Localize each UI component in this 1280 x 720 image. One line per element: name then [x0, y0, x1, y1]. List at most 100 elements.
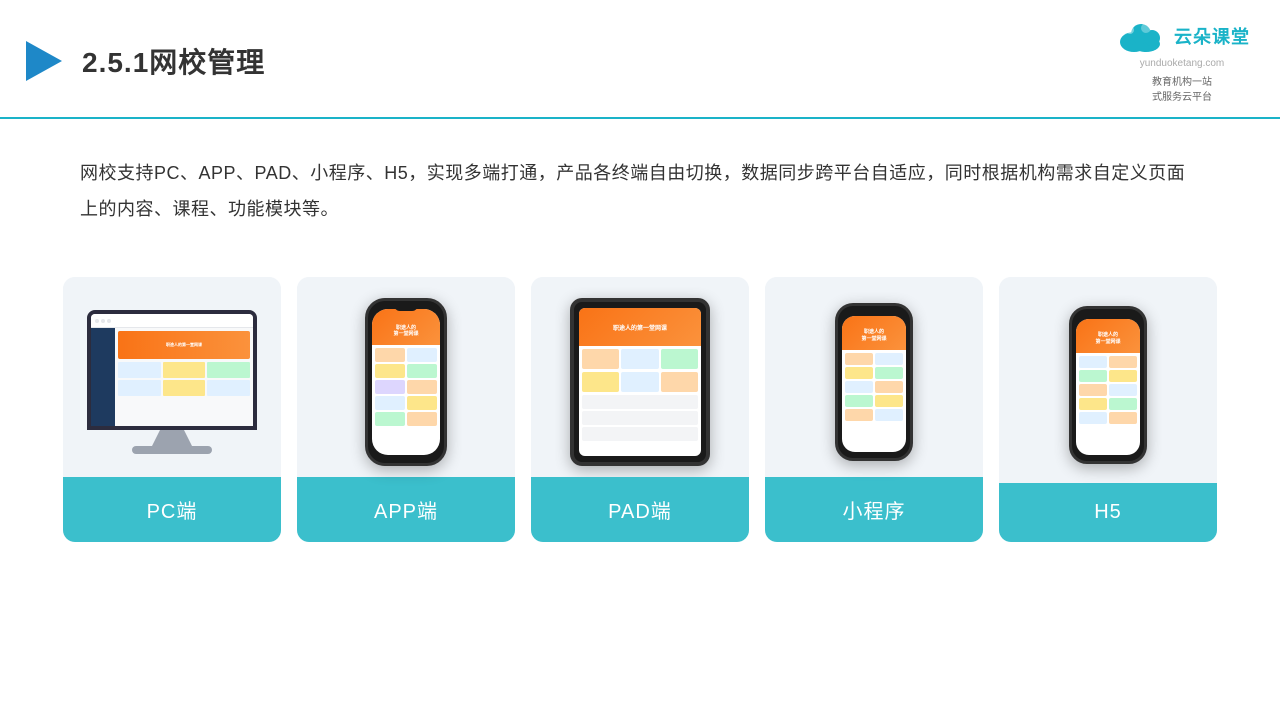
phone-row-2 [375, 364, 437, 378]
tablet-grid-1 [582, 349, 698, 369]
tablet-body [579, 346, 701, 446]
tab-card-6 [661, 372, 698, 392]
tablet-top: 职途人的第一堂网课 [579, 308, 701, 346]
monitor-base [132, 446, 212, 454]
tablet-wide-3 [582, 427, 698, 441]
h5-banner: 职途人的第一堂网课 [1095, 332, 1120, 346]
phone-card-4 [407, 364, 437, 378]
h5-row-4 [1079, 398, 1137, 410]
tablet-wide-2 [582, 411, 698, 425]
logo-text: 云朵课堂 [1174, 23, 1250, 49]
h5-notch [1098, 313, 1118, 318]
pc-image-area: 职途人的第一堂网课 [63, 277, 281, 477]
phone-row-1 [375, 348, 437, 362]
phone-card-6 [407, 380, 437, 394]
mp-card-8 [875, 395, 903, 407]
mp-row-2 [845, 367, 903, 379]
cards-area: 职途人的第一堂网课 [0, 257, 1280, 542]
logo-area: 云朵课堂 yunduoketang.com 教育机构一站 式服务云平台 [1114, 18, 1250, 103]
screen-banner-text: 职途人的第一堂网课 [166, 342, 202, 348]
phone-row-5 [375, 412, 437, 426]
tab-card-2 [621, 349, 658, 369]
h5-card-10 [1109, 412, 1137, 424]
description-content: 网校支持PC、APP、PAD、小程序、H5，实现多端打通，产品各终端自由切换，数… [80, 163, 1185, 219]
miniprogram-label: 小程序 [765, 477, 983, 542]
screen-dot-2 [101, 319, 105, 323]
phone-card-2 [407, 348, 437, 362]
h5-card-1 [1079, 356, 1107, 368]
logo-tagline: 教育机构一站 式服务云平台 [1152, 73, 1212, 103]
tab-card-4 [582, 372, 619, 392]
app-phone-frame: 职途人的第一堂网课 [365, 298, 447, 466]
header: 2.5.1网校管理 云朵课堂 yunduoketang.com 教育机构一站 式… [0, 0, 1280, 119]
phone-screen-top: 职途人的第一堂网课 [372, 309, 440, 345]
mp-card-4 [875, 367, 903, 379]
miniprogram-phone: 职途人的第一堂网课 [835, 303, 913, 461]
mp-card-3 [845, 367, 873, 379]
play-icon [20, 37, 68, 85]
monitor-stand [152, 430, 192, 446]
bottom-spacer [0, 542, 1280, 562]
h5-card-7 [1079, 398, 1107, 410]
pad-label: PAD端 [531, 477, 749, 542]
screen-topbar [91, 314, 253, 328]
app-phone-screen: 职途人的第一堂网课 [372, 309, 440, 455]
app-image-area: 职途人的第一堂网课 [297, 277, 515, 477]
phone-card-5 [375, 380, 405, 394]
tab-card-1 [582, 349, 619, 369]
mp-card-5 [845, 381, 873, 393]
mp-card-6 [875, 381, 903, 393]
h5-image-area: 职途人的第一堂网课 [999, 277, 1217, 483]
mp-row-3 [845, 381, 903, 393]
phone-card-7 [375, 396, 405, 410]
phone-card-9 [375, 412, 405, 426]
mp-card-1 [845, 353, 873, 365]
screen-banner: 职途人的第一堂网课 [118, 331, 250, 359]
mp-card-10 [875, 409, 903, 421]
h5-row-2 [1079, 370, 1137, 382]
mp-card-2 [875, 353, 903, 365]
h5-top: 职途人的第一堂网课 [1076, 319, 1140, 353]
pc-monitor: 职途人的第一堂网课 [87, 310, 257, 454]
h5-phone: 职途人的第一堂网课 [1069, 306, 1147, 464]
h5-body [1076, 353, 1140, 429]
logo-image: 云朵课堂 [1114, 18, 1250, 54]
header-left: 2.5.1网校管理 [20, 37, 265, 85]
screen-content: 职途人的第一堂网课 [91, 328, 253, 426]
miniprogram-screen: 职途人的第一堂网课 [842, 316, 906, 452]
screen-dot-3 [107, 319, 111, 323]
screen-card-2 [163, 362, 206, 378]
phone-row-4 [375, 396, 437, 410]
h5-row-5 [1079, 412, 1137, 424]
h5-card-9 [1079, 412, 1107, 424]
tablet-screen: 职途人的第一堂网课 [579, 308, 701, 456]
screen-card-6 [207, 380, 250, 396]
card-h5: 职途人的第一堂网课 [999, 277, 1217, 542]
card-app: 职途人的第一堂网课 [297, 277, 515, 542]
screen-grid [118, 362, 250, 396]
screen-card-4 [118, 380, 161, 396]
tablet-banner-text: 职途人的第一堂网课 [613, 323, 667, 332]
miniprogram-top: 职途人的第一堂网课 [842, 316, 906, 350]
monitor-screen: 职途人的第一堂网课 [91, 314, 253, 426]
screen-card-5 [163, 380, 206, 396]
h5-card-6 [1109, 384, 1137, 396]
phone-body [372, 345, 440, 431]
cloud-logo-icon [1114, 18, 1168, 54]
phone-card-1 [375, 348, 405, 362]
phone-banner-text: 职途人的第一堂网课 [393, 325, 418, 338]
miniprogram-body [842, 350, 906, 426]
phone-notch [394, 305, 418, 311]
description-text: 网校支持PC、APP、PAD、小程序、H5，实现多端打通，产品各终端自由切换，数… [0, 119, 1280, 247]
screen-sidebar [91, 328, 115, 426]
h5-card-4 [1109, 370, 1137, 382]
page-title: 2.5.1网校管理 [82, 41, 265, 81]
pad-image-area: 职途人的第一堂网课 [531, 277, 749, 477]
card-pad: 职途人的第一堂网课 [531, 277, 749, 542]
miniprogram-notch [864, 310, 884, 315]
card-miniprogram: 职途人的第一堂网课 [765, 277, 983, 542]
h5-card-5 [1079, 384, 1107, 396]
pc-label: PC端 [63, 477, 281, 542]
app-label: APP端 [297, 477, 515, 542]
tablet-frame: 职途人的第一堂网课 [570, 298, 710, 466]
